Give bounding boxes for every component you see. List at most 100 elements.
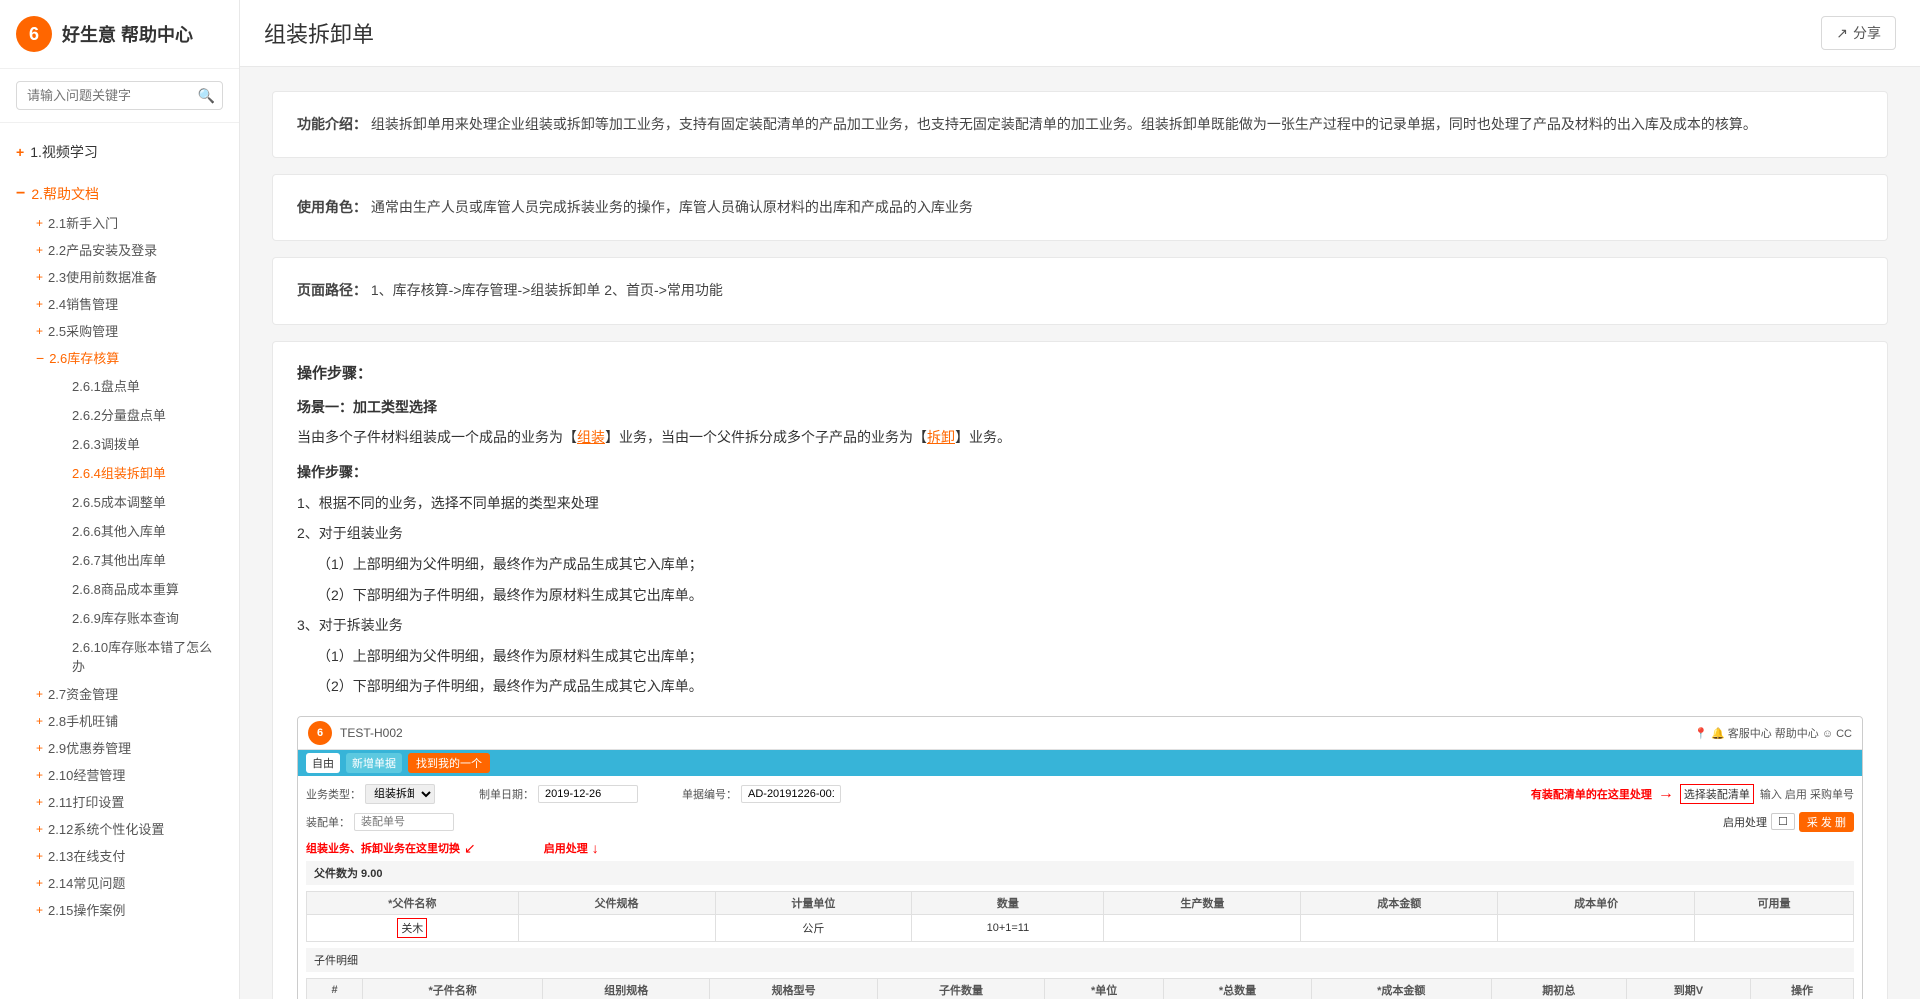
breadcrumb-card: 页面路径： 1、库存核算->库存管理->组装拆卸单 2、首页->常用功能: [272, 257, 1888, 324]
step-2-2: （2）下部明细为子件明细，最终作为原材料生成其它出库单。: [317, 582, 1863, 609]
mock-form-row2: 装配单： 启用处理 ☐ 采 发 删: [306, 812, 1854, 832]
sidebar-item-install[interactable]: + 2.2产品安装及登录: [36, 236, 223, 263]
sidebar-item-system-settings[interactable]: + 2.12系统个性化设置: [36, 815, 223, 842]
plus-icon-sm: +: [36, 849, 43, 863]
mock-tab-home: 自由: [306, 753, 340, 773]
sidebar-item-purchase[interactable]: + 2.5采购管理: [36, 317, 223, 344]
sidebar-leaf-assembly[interactable]: 2.6.4组装拆卸单: [56, 458, 223, 487]
plus-icon-sm: +: [36, 822, 43, 836]
sidebar-leaf-ledger-query[interactable]: 2.6.9库存账本查询: [56, 603, 223, 632]
sidebar-item-sales[interactable]: + 2.4销售管理: [36, 290, 223, 317]
sidebar-item-faq[interactable]: + 2.14常见问题: [36, 869, 223, 896]
sidebar-sub-docs: + 2.1新手入门 + 2.2产品安装及登录 + 2.3使用前数据准备 + 2.…: [16, 209, 223, 923]
search-input[interactable]: [16, 81, 223, 110]
search-button[interactable]: 🔍: [198, 87, 215, 104]
main-area: 组装拆卸单 ↗ 分享 功能介绍： 组装拆卸单用来处理企业组装或拆卸等加工业务，支…: [240, 0, 1920, 999]
sidebar-item-mobile[interactable]: + 2.8手机旺铺: [36, 707, 223, 734]
sidebar-item-docs[interactable]: − 2.帮助文档: [16, 179, 223, 209]
sidebar-item-finance[interactable]: + 2.7资金管理: [36, 680, 223, 707]
upper-td-name: 关木: [307, 914, 519, 941]
step-3: 3、对于拆装业务: [297, 612, 1863, 639]
upper-th-unit: 计量单位: [715, 891, 912, 914]
mock-form-row1: 业务类型： 组装拆卸 制单日期：: [306, 784, 1854, 804]
lower-th-expiry: 到期V: [1626, 978, 1750, 999]
sidebar-leaf-other-out[interactable]: 2.6.7其他出库单: [56, 545, 223, 574]
plus-icon-sm: +: [36, 270, 43, 284]
mock-field-type: 业务类型： 组装拆卸: [306, 784, 435, 804]
mock-icons: 📍 🔔 客服中心 帮助中心 ☺ CC: [1694, 725, 1852, 741]
plus-icon-sm: +: [36, 795, 43, 809]
type-label: 业务类型：: [306, 786, 361, 802]
sidebar-leaf-cost-recalc[interactable]: 2.6.8商品成本重算: [56, 574, 223, 603]
upper-td-avail: [1695, 914, 1854, 941]
mock-enable-area: 启用处理 ☐ 采 发 删: [1723, 812, 1854, 832]
mock-tab-new: 新增单据: [346, 753, 402, 773]
sidebar-leaf-partial-stocktake[interactable]: 2.6.2分量盘点单: [56, 400, 223, 429]
mock-enable-label: 启用处理: [1723, 814, 1767, 830]
highlight-disassembly: 拆卸: [927, 429, 955, 445]
sidebar-leaf-ledger-error[interactable]: 2.6.10库存账本错了怎么办: [56, 632, 223, 680]
upper-tab-label: 父件数为 9.00: [314, 865, 382, 881]
mock-annotation3: 启用处理: [544, 840, 588, 856]
sidebar-item-operations[interactable]: + 2.10经营管理: [36, 761, 223, 788]
plus-icon-sm: +: [36, 741, 43, 755]
mock-enable-checkbox[interactable]: ☐: [1771, 813, 1795, 830]
sidebar-item-coupon[interactable]: + 2.9优惠券管理: [36, 734, 223, 761]
sidebar-section-video: + 1.视频学习: [0, 131, 239, 173]
step-3-1: （1）上部明细为父件明细，最终作为原材料生成其它出库单；: [317, 643, 1863, 670]
plus-icon-sm: +: [36, 243, 43, 257]
share-button[interactable]: ↗ 分享: [1821, 16, 1896, 50]
sidebar-leaf-stocktake[interactable]: 2.6.1盘点单: [56, 371, 223, 400]
lower-th-name: *子件名称: [363, 978, 543, 999]
upper-th-cost: 成本金额: [1301, 891, 1498, 914]
lower-th-cost-amt: *成本金额: [1311, 978, 1491, 999]
plus-icon-sm: +: [36, 876, 43, 890]
mock-company: TEST-H002: [340, 726, 403, 740]
sidebar-item-video[interactable]: + 1.视频学习: [16, 137, 223, 167]
sidebar-leaf-transfer[interactable]: 2.6.3调拨单: [56, 429, 223, 458]
sidebar-item-beginner[interactable]: + 2.1新手入门: [36, 209, 223, 236]
mock-type-select[interactable]: 组装拆卸: [365, 784, 435, 804]
mock-no-input[interactable]: [741, 785, 841, 803]
breadcrumb-text: 页面路径： 1、库存核算->库存管理->组装拆卸单 2、首页->常用功能: [297, 278, 1863, 303]
ops-steps-title: 操作步骤：: [297, 462, 1863, 482]
mock-upper-header: 父件数为 9.00: [306, 861, 1854, 885]
mock-nav-btn[interactable]: 找到我的一个: [408, 753, 490, 773]
plus-icon-sm: +: [36, 297, 43, 311]
logo-area: 6 好生意 帮助中心: [0, 0, 239, 69]
lower-th-total-qty: *总数量: [1164, 978, 1312, 999]
app-title: 好生意 帮助中心: [62, 21, 193, 47]
sidebar-item-inventory[interactable]: − 2.6库存核算: [36, 344, 223, 371]
page-header: 组装拆卸单 ↗ 分享: [240, 0, 1920, 67]
minus-icon: −: [16, 185, 25, 203]
intro-label: 功能介绍：: [297, 116, 367, 132]
logo-icon: 6: [16, 16, 52, 52]
upper-td-spec: [518, 914, 715, 941]
lower-th-unit: *单位: [1045, 978, 1164, 999]
sidebar-leaf-other-in[interactable]: 2.6.6其他入库单: [56, 516, 223, 545]
sidebar-item-print[interactable]: + 2.11打印设置: [36, 788, 223, 815]
sidebar-item-video-label: 1.视频学习: [30, 142, 98, 162]
sidebar-item-data-prep[interactable]: + 2.3使用前数据准备: [36, 263, 223, 290]
lower-th-sub-qty: 子件数量: [877, 978, 1044, 999]
sidebar-item-payment[interactable]: + 2.13在线支付: [36, 842, 223, 869]
scenario1-desc: 当由多个子件材料组装成一个成品的业务为【组装】业务，当由一个父件拆分成多个子产品…: [297, 425, 1863, 450]
inventory-leaves: 2.6.1盘点单 2.6.2分量盘点单 2.6.3调拨单 2.6.4组装拆卸单 …: [36, 371, 223, 680]
screenshot-container: 6 TEST-H002 📍 🔔 客服中心 帮助中心 ☺ CC 自由 新增单据 找…: [297, 716, 1863, 999]
mock-confirm-btn[interactable]: 采 发 删: [1799, 812, 1854, 832]
lower-th-spec: 规格型号: [710, 978, 877, 999]
mock-form-content: 业务类型： 组装拆卸 制单日期：: [298, 776, 1862, 999]
upper-td-qty: 10+1=11: [912, 914, 1104, 941]
sidebar-leaf-cost-adjust[interactable]: 2.6.5成本调整单: [56, 487, 223, 516]
mock-bom-input[interactable]: [354, 813, 454, 831]
upper-th-name: *父件名称: [307, 891, 519, 914]
upper-td-unit-cost: [1498, 914, 1695, 941]
sidebar-item-cases[interactable]: + 2.15操作案例: [36, 896, 223, 923]
mock-date-input[interactable]: [538, 785, 638, 803]
intro-text: 功能介绍： 组装拆卸单用来处理企业组装或拆卸等加工业务，支持有固定装配清单的产品…: [297, 112, 1863, 137]
intro-body: 组装拆卸单用来处理企业组装或拆卸等加工业务，支持有固定装配清单的产品加工业务，也…: [371, 116, 1757, 132]
plus-icon-sm: +: [36, 324, 43, 338]
highlight-assembly: 组装: [577, 429, 605, 445]
intro-card: 功能介绍： 组装拆卸单用来处理企业组装或拆卸等加工业务，支持有固定装配清单的产品…: [272, 91, 1888, 158]
no-label: 单据编号：: [682, 786, 737, 802]
